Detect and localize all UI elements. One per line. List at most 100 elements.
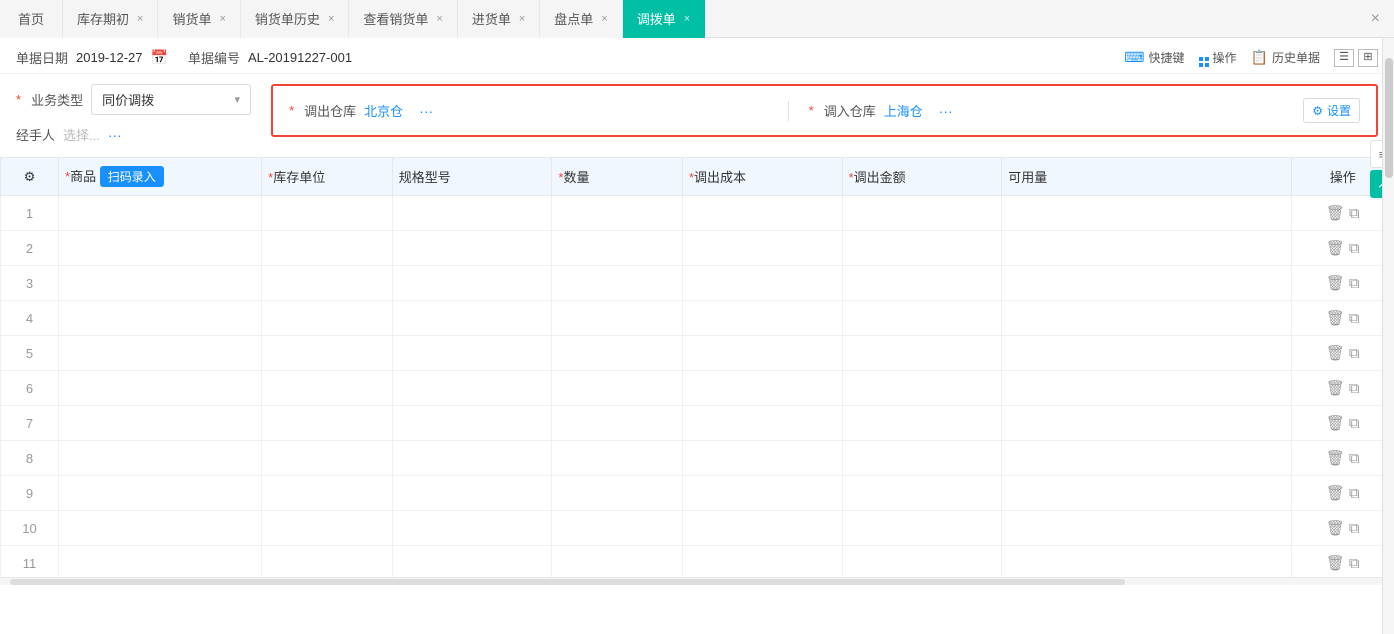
copy-icon[interactable]: ⧉	[1349, 415, 1360, 432]
cost-cell[interactable]	[682, 266, 842, 301]
copy-icon[interactable]: ⧉	[1349, 240, 1360, 257]
spec-cell[interactable]	[392, 511, 552, 546]
unit-cell[interactable]	[262, 476, 393, 511]
quantity-cell[interactable]	[552, 371, 683, 406]
close-icon[interactable]: ×	[519, 13, 525, 25]
amount-cell[interactable]	[842, 441, 1002, 476]
close-icon[interactable]: ×	[137, 13, 143, 25]
amount-cell[interactable]	[842, 301, 1002, 336]
delete-icon[interactable]: 🗑	[1326, 380, 1345, 397]
delete-icon[interactable]: 🗑	[1326, 520, 1345, 537]
settings-button[interactable]: ⚙ 设置	[1303, 98, 1360, 123]
spec-cell[interactable]	[392, 406, 552, 441]
col-gear[interactable]: ⚙	[1, 158, 59, 196]
product-cell[interactable]	[59, 231, 262, 266]
quantity-cell[interactable]	[552, 546, 683, 578]
shortcut-button[interactable]: ⌨ 快捷键	[1124, 49, 1184, 66]
amount-cell[interactable]	[842, 406, 1002, 441]
spec-cell[interactable]	[392, 371, 552, 406]
copy-icon[interactable]: ⧉	[1349, 205, 1360, 222]
quantity-cell[interactable]	[552, 441, 683, 476]
product-cell[interactable]	[59, 476, 262, 511]
spec-cell[interactable]	[392, 196, 552, 231]
unit-cell[interactable]	[262, 511, 393, 546]
copy-icon[interactable]: ⧉	[1349, 380, 1360, 397]
product-cell[interactable]	[59, 336, 262, 371]
agent-select[interactable]: 选择...	[63, 125, 100, 144]
copy-icon[interactable]: ⧉	[1349, 345, 1360, 362]
product-cell[interactable]	[59, 196, 262, 231]
operation-button[interactable]: 操作	[1199, 48, 1237, 67]
close-icon[interactable]: ×	[601, 13, 607, 25]
available-cell[interactable]	[1002, 231, 1292, 266]
tab-purchase[interactable]: 进货单 ×	[458, 0, 540, 38]
product-cell[interactable]	[59, 301, 262, 336]
delete-icon[interactable]: 🗑	[1326, 310, 1345, 327]
product-cell[interactable]	[59, 511, 262, 546]
vertical-scrollbar-thumb[interactable]	[1385, 58, 1393, 178]
calendar-icon[interactable]: 📅	[151, 49, 168, 66]
available-cell[interactable]	[1002, 511, 1292, 546]
unit-cell[interactable]	[262, 301, 393, 336]
vertical-scrollbar[interactable]	[1382, 38, 1394, 634]
tab-sales-order[interactable]: 销货单 ×	[158, 0, 240, 38]
copy-icon[interactable]: ⧉	[1349, 275, 1360, 292]
cost-cell[interactable]	[682, 406, 842, 441]
amount-cell[interactable]	[842, 231, 1002, 266]
delete-icon[interactable]: 🗑	[1326, 275, 1345, 292]
product-cell[interactable]	[59, 371, 262, 406]
amount-cell[interactable]	[842, 266, 1002, 301]
available-cell[interactable]	[1002, 371, 1292, 406]
layout-grid-button[interactable]: ⊞	[1358, 49, 1378, 67]
unit-cell[interactable]	[262, 406, 393, 441]
cost-cell[interactable]	[682, 301, 842, 336]
transfer-in-more-button[interactable]: ···	[939, 103, 953, 119]
available-cell[interactable]	[1002, 406, 1292, 441]
scrollbar-area[interactable]	[0, 577, 1394, 585]
window-close-button[interactable]: ×	[1357, 10, 1394, 28]
spec-cell[interactable]	[392, 476, 552, 511]
unit-cell[interactable]	[262, 266, 393, 301]
unit-cell[interactable]	[262, 441, 393, 476]
delete-icon[interactable]: 🗑	[1326, 485, 1345, 502]
tab-inventory-check[interactable]: 盘点单 ×	[540, 0, 622, 38]
unit-cell[interactable]	[262, 371, 393, 406]
available-cell[interactable]	[1002, 301, 1292, 336]
tab-transfer[interactable]: 调拨单 ×	[623, 0, 705, 38]
tab-home[interactable]: 首页	[0, 0, 63, 38]
spec-cell[interactable]	[392, 231, 552, 266]
unit-cell[interactable]	[262, 546, 393, 578]
quantity-cell[interactable]	[552, 406, 683, 441]
close-icon[interactable]: ×	[328, 13, 334, 25]
cost-cell[interactable]	[682, 196, 842, 231]
product-cell[interactable]	[59, 266, 262, 301]
quantity-cell[interactable]	[552, 511, 683, 546]
delete-icon[interactable]: 🗑	[1326, 415, 1345, 432]
product-cell[interactable]	[59, 441, 262, 476]
available-cell[interactable]	[1002, 476, 1292, 511]
unit-cell[interactable]	[262, 336, 393, 371]
scrollbar-thumb[interactable]	[10, 579, 1125, 585]
delete-icon[interactable]: 🗑	[1326, 555, 1345, 572]
tab-sales-history[interactable]: 销货单历史 ×	[241, 0, 349, 38]
available-cell[interactable]	[1002, 546, 1292, 578]
product-cell[interactable]	[59, 406, 262, 441]
delete-icon[interactable]: 🗑	[1326, 450, 1345, 467]
business-type-select[interactable]: 同价调拨 ▾	[91, 84, 251, 115]
cost-cell[interactable]	[682, 371, 842, 406]
spec-cell[interactable]	[392, 301, 552, 336]
transfer-out-value[interactable]: 北京仓	[364, 101, 403, 120]
available-cell[interactable]	[1002, 266, 1292, 301]
date-value[interactable]: 2019-12-27	[76, 50, 143, 65]
spec-cell[interactable]	[392, 546, 552, 578]
unit-cell[interactable]	[262, 196, 393, 231]
cost-cell[interactable]	[682, 336, 842, 371]
transfer-out-more-button[interactable]: ···	[419, 103, 433, 119]
tab-inventory-init[interactable]: 库存期初 ×	[63, 0, 158, 38]
available-cell[interactable]	[1002, 336, 1292, 371]
available-cell[interactable]	[1002, 196, 1292, 231]
delete-icon[interactable]: 🗑	[1326, 240, 1345, 257]
quantity-cell[interactable]	[552, 266, 683, 301]
cost-cell[interactable]	[682, 441, 842, 476]
spec-cell[interactable]	[392, 266, 552, 301]
